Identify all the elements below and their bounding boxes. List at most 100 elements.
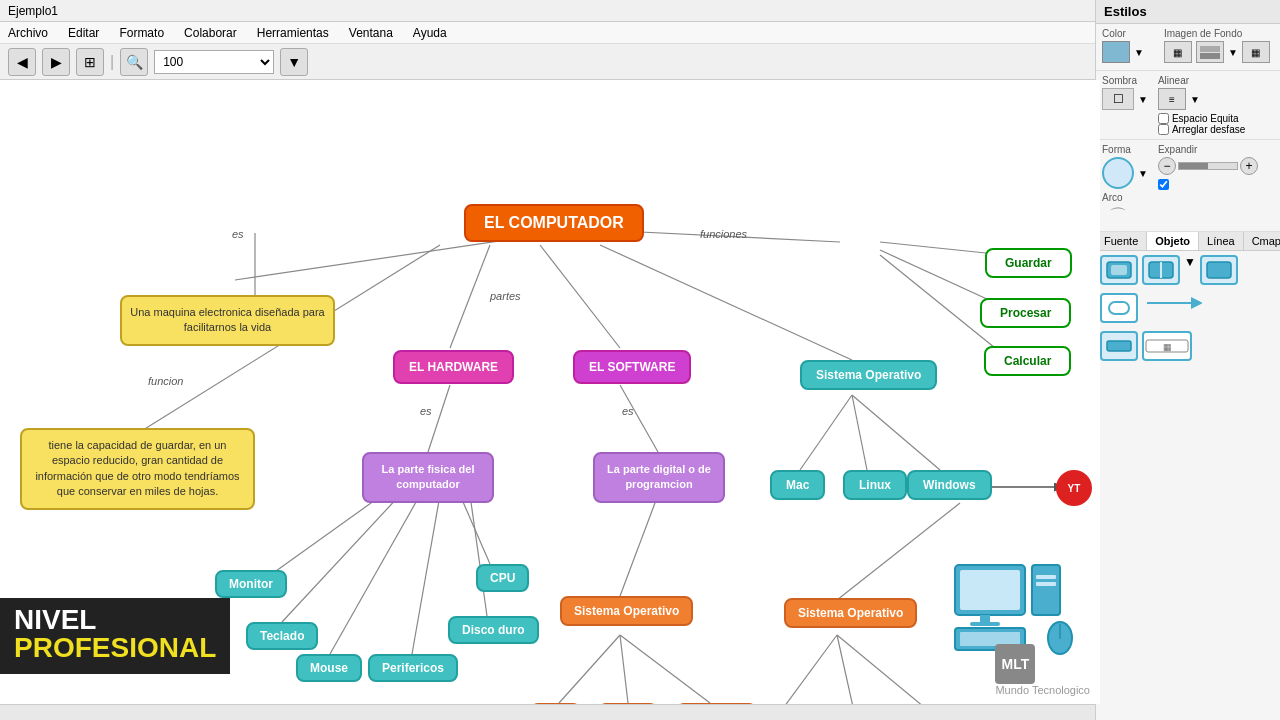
menu-herramientas[interactable]: Herramientas <box>253 26 333 40</box>
expand-slider[interactable] <box>1178 162 1238 170</box>
panel-title: Estilos <box>1096 0 1280 24</box>
menu-colaborar[interactable]: Colaborar <box>180 26 241 40</box>
svg-line-32 <box>620 495 658 596</box>
panel-tabs: Fuente Objeto Línea Cmap <box>1096 232 1280 251</box>
align-arrow[interactable]: ▼ <box>1190 94 1200 105</box>
node-computador[interactable]: EL COMPUTADOR <box>464 204 644 242</box>
svg-line-24 <box>852 395 940 470</box>
shape-icon-1[interactable] <box>1100 255 1138 285</box>
node-disco-duro[interactable]: Disco duro <box>448 616 539 644</box>
shape-icon-5[interactable] <box>1100 331 1138 361</box>
label-funciones: funciones <box>700 228 747 240</box>
svg-rect-44 <box>960 570 1020 610</box>
img-btn-1[interactable]: ▦ <box>1164 41 1192 63</box>
layout-button[interactable]: ⊞ <box>76 48 104 76</box>
menu-editar[interactable]: Editar <box>64 26 103 40</box>
node-calcular[interactable]: Calcular <box>984 346 1071 376</box>
label-es2: es <box>420 405 432 417</box>
node-cpu[interactable]: CPU <box>476 564 529 592</box>
svg-line-37 <box>837 635 853 704</box>
node-guardar[interactable]: Guardar <box>985 248 1072 278</box>
zoom-dropdown[interactable]: ▼ <box>280 48 308 76</box>
forward-button[interactable]: ▶ <box>42 48 70 76</box>
forma-arrow[interactable]: ▼ <box>1138 168 1148 179</box>
node-mac1[interactable]: Mac <box>770 470 825 500</box>
img-btn-2[interactable] <box>1196 41 1224 63</box>
node-sistema-op3[interactable]: Sistema Operativo <box>784 598 917 628</box>
panel-shapes-row2 <box>1096 289 1280 327</box>
color-arrow[interactable]: ▼ <box>1134 47 1144 58</box>
menu-archivo[interactable]: Archivo <box>4 26 52 40</box>
arreglar-checkbox[interactable] <box>1158 124 1169 135</box>
node-windows1[interactable]: Windows <box>907 470 992 500</box>
panel-forma-section: Forma ▼ Arco ⌒ Expandir − + <box>1096 140 1280 232</box>
menubar: Archivo Editar Formato Colaborar Herrami… <box>0 22 1280 44</box>
svg-line-34 <box>620 635 628 703</box>
expand-minus[interactable]: − <box>1158 157 1176 175</box>
tab-cmap[interactable]: Cmap <box>1244 232 1280 250</box>
svg-line-29 <box>412 495 440 654</box>
img-arrow[interactable]: ▼ <box>1228 47 1238 58</box>
node-linux1[interactable]: Linux <box>843 470 907 500</box>
svg-line-30 <box>460 495 490 564</box>
back-button[interactable]: ◀ <box>8 48 36 76</box>
shape-icon-4[interactable] <box>1100 293 1138 323</box>
zoom-select[interactable]: 100 50 75 125 150 200 <box>154 50 274 74</box>
node-definition1[interactable]: Una maquina electronica diseñada para fa… <box>120 295 335 346</box>
svg-rect-46 <box>970 622 1000 626</box>
expandir-checkbox[interactable] <box>1158 179 1169 190</box>
expand-plus[interactable]: + <box>1240 157 1258 175</box>
arreglar-label: Arreglar desfase <box>1172 124 1245 135</box>
shape-dropdown[interactable]: ▼ <box>1184 255 1196 285</box>
expandir-check[interactable] <box>1158 179 1258 190</box>
svg-line-27 <box>282 495 400 622</box>
align-btn[interactable]: ≡ <box>1158 88 1186 110</box>
svg-line-28 <box>330 495 420 654</box>
label-partes: partes <box>490 290 521 302</box>
align-label: Alinear <box>1158 75 1245 86</box>
zoom-button[interactable]: 🔍 <box>120 48 148 76</box>
canvas: es funciones partes funcion es es EL COM… <box>0 80 1100 704</box>
tab-linea[interactable]: Línea <box>1199 232 1244 250</box>
svg-rect-47 <box>1032 565 1060 615</box>
node-sistema-op1[interactable]: Sistema Operativo <box>800 360 937 390</box>
svg-rect-48 <box>1036 575 1056 579</box>
node-teclado[interactable]: Teclado <box>246 622 318 650</box>
menu-ayuda[interactable]: Ayuda <box>409 26 451 40</box>
svg-rect-5 <box>1109 302 1129 314</box>
node-perifericos[interactable]: Perifericos <box>368 654 458 682</box>
panel-shapes-row: ▼ <box>1096 251 1280 289</box>
color-label: Color <box>1102 28 1144 39</box>
node-software[interactable]: EL SOFTWARE <box>573 350 691 384</box>
shadow-select[interactable]: ☐ <box>1102 88 1134 110</box>
node-mouse[interactable]: Mouse <box>296 654 362 682</box>
shadow-arrow[interactable]: ▼ <box>1138 94 1148 105</box>
red-circle-icon: YT <box>1056 470 1092 506</box>
tab-fuente[interactable]: Fuente <box>1096 232 1147 250</box>
shape-icon-3[interactable] <box>1200 255 1238 285</box>
node-monitor[interactable]: Monitor <box>215 570 287 598</box>
shape-icon-2[interactable] <box>1142 255 1180 285</box>
img-btn-3[interactable]: ▦ <box>1242 41 1270 63</box>
forma-select[interactable] <box>1102 157 1134 189</box>
node-definition2[interactable]: tiene la capacidad de guardar, en un esp… <box>20 428 255 510</box>
node-sw-parte[interactable]: La parte digital o de programcion <box>593 452 725 503</box>
node-sistema-op2[interactable]: Sistema Operativo <box>560 596 693 626</box>
right-panel: Estilos Color ▼ Imagen de Fondo ▦ ▼ ▦ <box>1095 0 1280 720</box>
svg-line-18 <box>428 385 450 452</box>
arreglar-check[interactable]: Arreglar desfase <box>1158 124 1245 135</box>
menu-ventana[interactable]: Ventana <box>345 26 397 40</box>
shape-icon-6[interactable]: ▦ <box>1142 331 1192 361</box>
color-picker[interactable] <box>1102 41 1130 63</box>
menu-formato[interactable]: Formato <box>115 26 168 40</box>
panel-color-section: Color ▼ Imagen de Fondo ▦ ▼ ▦ <box>1096 24 1280 71</box>
espacio-check[interactable]: Espacio Equita <box>1158 113 1245 124</box>
node-hardware[interactable]: EL HARDWARE <box>393 350 514 384</box>
node-procesar[interactable]: Procesar <box>980 298 1071 328</box>
svg-line-35 <box>620 635 710 703</box>
tab-objeto[interactable]: Objeto <box>1147 232 1199 250</box>
node-hw-parte[interactable]: La parte fisica del computador <box>362 452 494 503</box>
svg-line-31 <box>470 495 487 616</box>
label-funcion: funcion <box>148 375 183 387</box>
espacio-checkbox[interactable] <box>1158 113 1169 124</box>
